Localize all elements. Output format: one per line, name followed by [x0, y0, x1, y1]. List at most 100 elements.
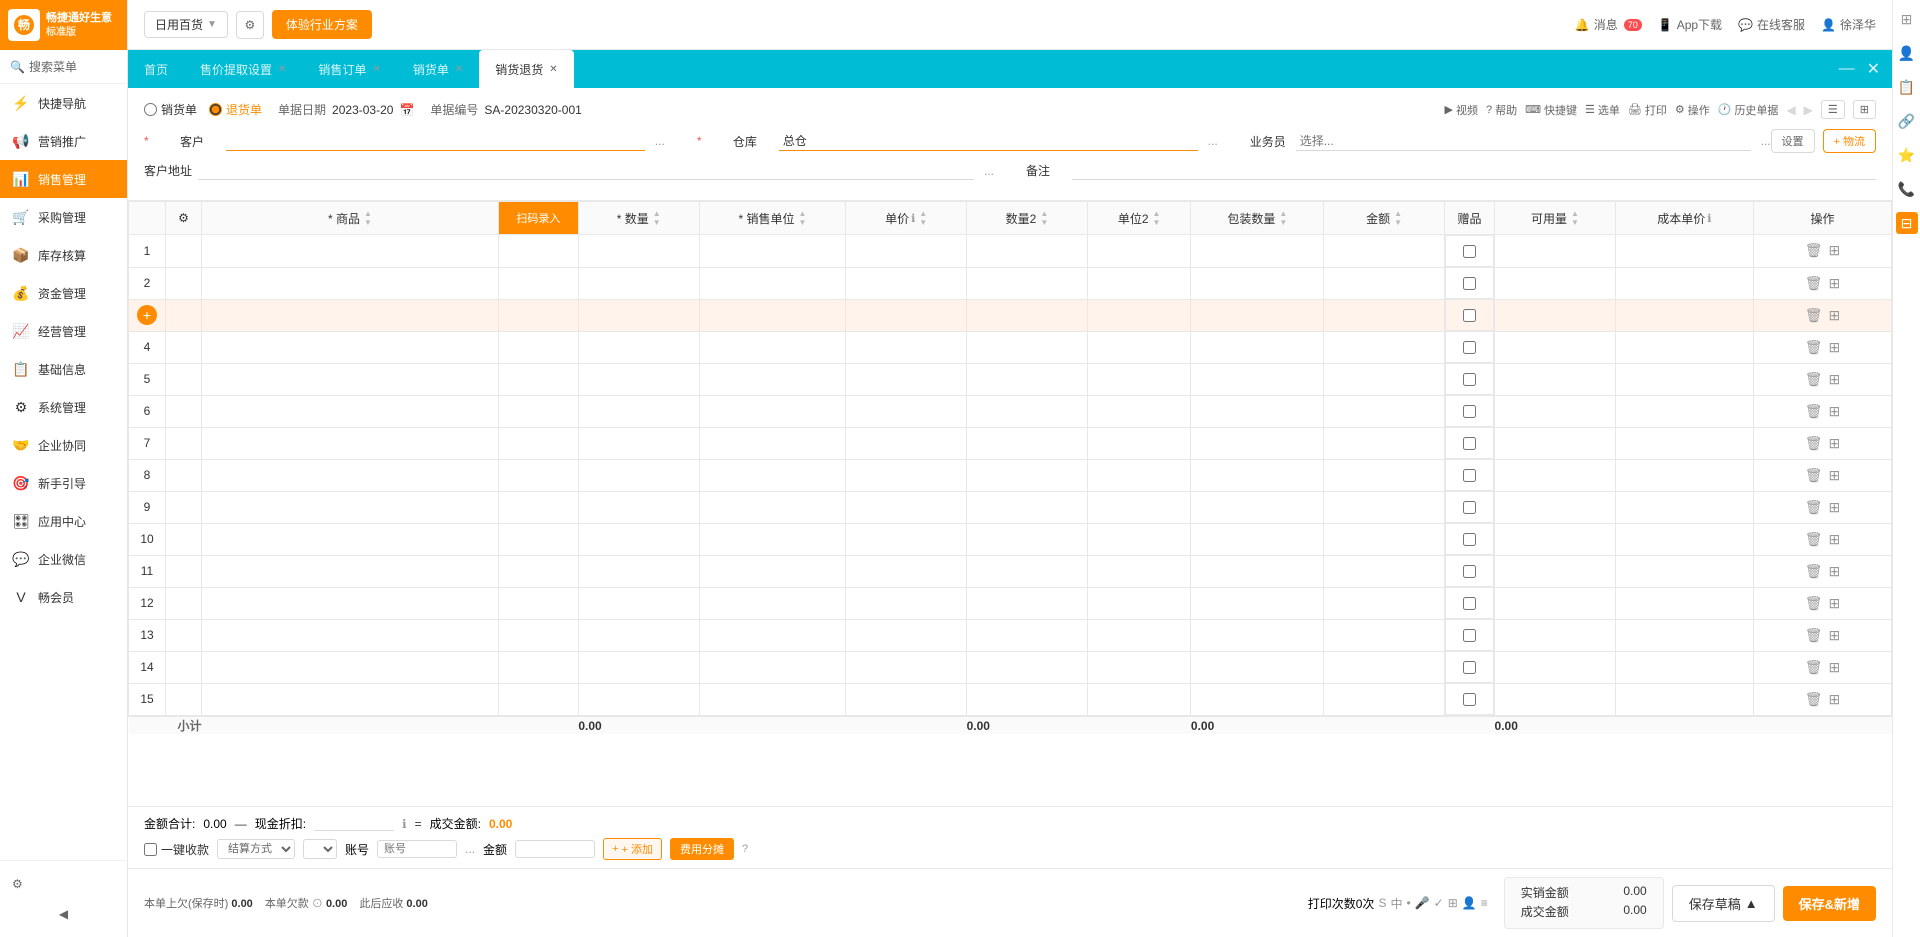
avail-cell[interactable]: [1495, 267, 1616, 299]
product-cell[interactable]: [202, 395, 499, 427]
th-gear[interactable]: ⚙: [166, 202, 202, 235]
unit2-cell[interactable]: [1087, 299, 1191, 331]
delete-row-icon[interactable]: 🗑: [1805, 435, 1823, 452]
copy-row-icon[interactable]: ⊞: [1828, 242, 1840, 259]
price-cell[interactable]: [846, 331, 967, 363]
unit2-cell[interactable]: [1087, 555, 1191, 587]
delete-row-icon[interactable]: 🗑: [1805, 275, 1823, 292]
qty2-cell[interactable]: [967, 267, 1088, 299]
copy-row-icon[interactable]: ⊞: [1828, 563, 1840, 580]
settlement-method-select[interactable]: 结算方式: [217, 839, 295, 859]
cost-cell[interactable]: [1615, 331, 1753, 363]
qty-cell[interactable]: [578, 587, 699, 619]
gift-cell[interactable]: [1445, 299, 1494, 331]
address-dots[interactable]: ...: [984, 164, 994, 178]
delete-row-icon[interactable]: 🗑: [1805, 659, 1823, 676]
avail-cell[interactable]: [1495, 555, 1616, 587]
customer-dots[interactable]: ...: [655, 134, 665, 148]
cost-cell[interactable]: [1615, 395, 1753, 427]
delete-row-icon[interactable]: 🗑: [1805, 339, 1823, 356]
product-cell[interactable]: [202, 267, 499, 299]
gift-checkbox[interactable]: [1463, 597, 1476, 610]
gift-cell[interactable]: [1445, 523, 1494, 555]
gift-checkbox[interactable]: [1463, 533, 1476, 546]
unit2-cell[interactable]: [1087, 459, 1191, 491]
amount-cell[interactable]: [1324, 299, 1445, 331]
qty-cell[interactable]: [578, 651, 699, 683]
avail-cell[interactable]: [1495, 587, 1616, 619]
avail-cell[interactable]: [1495, 683, 1616, 716]
unit2-cell[interactable]: [1087, 651, 1191, 683]
qty-cell[interactable]: [578, 299, 699, 331]
product-cell[interactable]: [202, 459, 499, 491]
unit2-cell[interactable]: [1087, 235, 1191, 268]
copy-row-icon[interactable]: ⊞: [1828, 531, 1840, 548]
sidebar-item-app-center[interactable]: 🎛 应用中心: [0, 502, 127, 540]
sidebar-settings-btn[interactable]: ⚙: [0, 869, 127, 899]
pack-cell[interactable]: [1191, 235, 1324, 268]
sidebar-item-inventory[interactable]: 📦 库存核算: [0, 236, 127, 274]
copy-row-icon[interactable]: ⊞: [1828, 595, 1840, 612]
sidebar-item-purchase[interactable]: 🛒 采购管理: [0, 198, 127, 236]
gift-cell[interactable]: [1445, 683, 1494, 715]
copy-row-icon[interactable]: ⊞: [1828, 691, 1840, 708]
cost-cell[interactable]: [1615, 651, 1753, 683]
gift-checkbox[interactable]: [1463, 309, 1476, 322]
calendar-icon[interactable]: 📅: [399, 103, 414, 117]
price-cell[interactable]: [846, 299, 967, 331]
unit-cell[interactable]: [699, 555, 846, 587]
panel-icon-1[interactable]: ⊞: [1896, 8, 1918, 30]
price-cell[interactable]: [846, 555, 967, 587]
avail-cell[interactable]: [1495, 331, 1616, 363]
price-cell[interactable]: [846, 427, 967, 459]
radio-return-bill-input[interactable]: [209, 103, 222, 116]
amount-input[interactable]: [515, 840, 595, 858]
delete-row-icon[interactable]: 🗑: [1805, 595, 1823, 612]
cost-cell[interactable]: [1615, 299, 1753, 331]
pack-cell[interactable]: [1191, 331, 1324, 363]
panel-icon-6[interactable]: 📞: [1896, 178, 1918, 200]
print-link[interactable]: 🖨 打印: [1628, 102, 1667, 118]
amount-cell[interactable]: [1324, 459, 1445, 491]
price-cell[interactable]: [846, 267, 967, 299]
address-input[interactable]: [198, 161, 974, 180]
cost-cell[interactable]: [1615, 523, 1753, 555]
price-cell[interactable]: [846, 235, 967, 268]
product-input[interactable]: [210, 308, 490, 322]
cost-cell[interactable]: [1615, 683, 1753, 716]
add-logistics-btn[interactable]: + 物流: [1823, 129, 1876, 153]
cost-cell[interactable]: [1615, 619, 1753, 651]
price-cell[interactable]: [846, 363, 967, 395]
gift-cell[interactable]: [1445, 619, 1494, 651]
copy-row-icon[interactable]: ⊞: [1828, 627, 1840, 644]
app-download-btn[interactable]: 📱 App下载: [1658, 16, 1722, 33]
product-cell[interactable]: [202, 235, 499, 268]
user-menu-btn[interactable]: 👤 徐泽华: [1821, 16, 1876, 33]
avail-cell[interactable]: [1495, 363, 1616, 395]
cost-cell[interactable]: [1615, 427, 1753, 459]
split-fee-btn[interactable]: 费用分摊: [670, 838, 734, 860]
delete-row-icon[interactable]: 🗑: [1805, 307, 1823, 324]
price-cell[interactable]: [846, 491, 967, 523]
sidebar-item-quick-nav[interactable]: ⚡ 快捷导航: [0, 84, 127, 122]
qty2-cell[interactable]: [967, 619, 1088, 651]
pack-cell[interactable]: [1191, 683, 1324, 716]
qty-cell[interactable]: [578, 395, 699, 427]
amount-cell[interactable]: [1324, 683, 1445, 716]
delete-row-icon[interactable]: 🗑: [1805, 563, 1823, 580]
copy-row-icon[interactable]: ⊞: [1828, 403, 1840, 420]
amount-sort[interactable]: ▲▼: [1394, 209, 1402, 227]
list-view-btn[interactable]: ☰: [1821, 100, 1845, 119]
qty2-cell[interactable]: [967, 555, 1088, 587]
unit2-cell[interactable]: [1087, 683, 1191, 716]
amount-cell[interactable]: [1324, 555, 1445, 587]
gift-cell[interactable]: [1445, 363, 1494, 395]
unit2-cell[interactable]: [1087, 491, 1191, 523]
pack-sort[interactable]: ▲▼: [1279, 209, 1287, 227]
delete-row-icon[interactable]: 🗑: [1805, 531, 1823, 548]
price-cell[interactable]: [846, 459, 967, 491]
unit2-cell[interactable]: [1087, 267, 1191, 299]
qty-cell[interactable]: [578, 267, 699, 299]
panel-icon-3[interactable]: 📋: [1896, 76, 1918, 98]
product-cell[interactable]: [202, 491, 499, 523]
